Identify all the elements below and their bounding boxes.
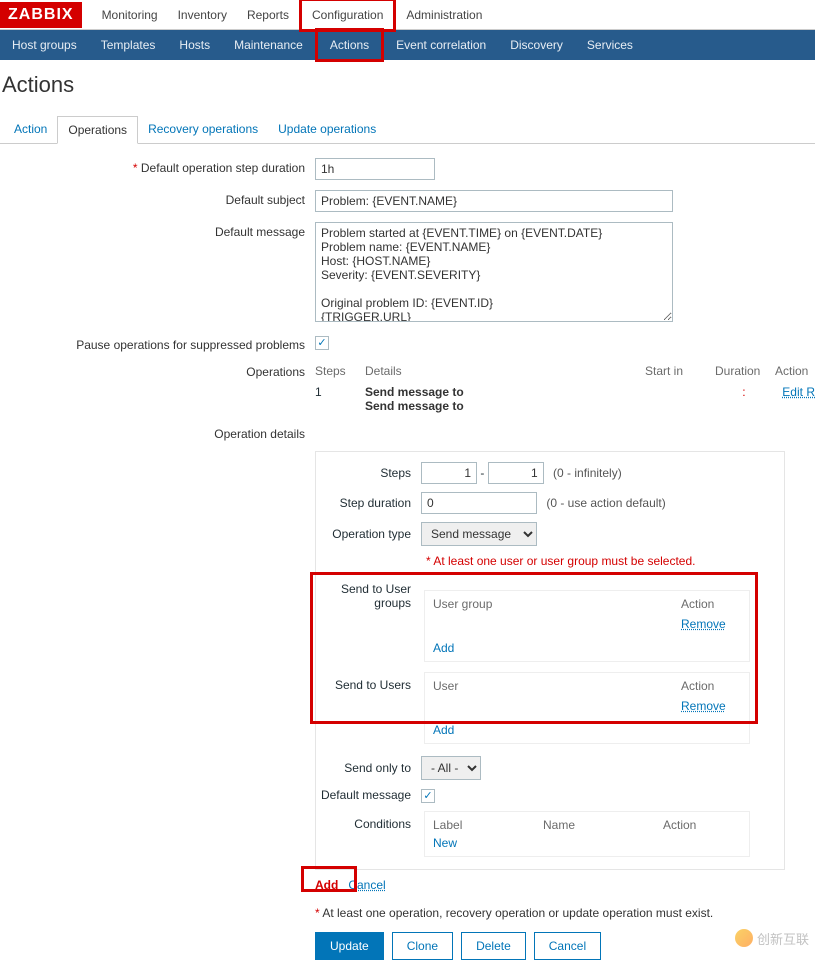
operation-details-panel: Steps - (0 - infinitely) Step duration (…	[315, 451, 785, 870]
input-default-subject[interactable]	[315, 190, 673, 212]
select-op-type[interactable]: Send message	[421, 522, 537, 546]
subnav-actions[interactable]: Actions	[315, 28, 384, 62]
usergroups-table: User group Action Remove Add	[424, 590, 750, 662]
od-label-conditions: Conditions	[316, 811, 421, 831]
subnav-eventcorr[interactable]: Event correlation	[384, 31, 498, 59]
stepdur-hint: (0 - use action default)	[546, 496, 665, 510]
textarea-default-message[interactable]: Problem started at {EVENT.TIME} on {EVEN…	[315, 222, 673, 322]
ops-headers: Steps Details Start in Duration Action	[315, 362, 815, 384]
form: Default operation step duration Default …	[0, 144, 815, 966]
nav-inventory[interactable]: Inventory	[168, 1, 237, 29]
ops-row-step: 1	[315, 385, 365, 413]
ug-action-header: Action	[681, 597, 741, 611]
cond-h-name: Name	[543, 818, 663, 832]
steps-hint: (0 - infinitely)	[553, 466, 622, 480]
nav-administration[interactable]: Administration	[396, 1, 492, 29]
ops-edit-link[interactable]: Edit	[782, 385, 803, 399]
add-operation-link[interactable]: Add	[315, 878, 338, 892]
ops-h-startin: Start in	[645, 364, 715, 378]
input-default-step-duration[interactable]	[315, 158, 435, 180]
cond-h-action: Action	[663, 818, 723, 832]
page-title: Actions	[0, 60, 815, 116]
ops-remove-link[interactable]: R	[806, 385, 815, 399]
update-button[interactable]: Update	[315, 932, 384, 960]
watermark-icon	[735, 929, 753, 947]
top-nav: ZABBIX Monitoring Inventory Reports Conf…	[0, 0, 815, 30]
label-operation-details: Operation details	[0, 424, 315, 441]
user-action-header: Action	[681, 679, 741, 693]
logo: ZABBIX	[0, 2, 82, 28]
user-remove-link[interactable]: Remove	[681, 699, 726, 713]
watermark: 创新互联	[735, 929, 809, 948]
ops-h-steps: Steps	[315, 364, 365, 378]
checkbox-pause[interactable]: ✓	[315, 336, 329, 350]
select-send-only[interactable]: - All -	[421, 756, 481, 780]
checkbox-default-msg[interactable]: ✓	[421, 789, 435, 803]
subnav-hosts[interactable]: Hosts	[167, 31, 222, 59]
od-label-sendonly: Send only to	[316, 761, 421, 775]
clone-button[interactable]: Clone	[392, 932, 453, 960]
label-operations: Operations	[0, 362, 315, 379]
tab-recovery[interactable]: Recovery operations	[138, 116, 268, 143]
nav-configuration[interactable]: Configuration	[299, 0, 396, 32]
tab-operations[interactable]: Operations	[57, 116, 138, 144]
input-step-duration[interactable]	[421, 492, 537, 514]
label-default-message: Default message	[0, 222, 315, 239]
ops-h-duration: Duration	[715, 364, 775, 378]
od-label-stepdur: Step duration	[316, 496, 421, 510]
input-step-to[interactable]	[488, 462, 544, 484]
od-warning: * At least one user or user group must b…	[426, 554, 784, 568]
cancel-button[interactable]: Cancel	[534, 932, 601, 960]
od-label-defmsg: Default message	[316, 788, 421, 802]
ops-row-details: Send message to Send message to	[365, 385, 672, 413]
ug-header: User group	[433, 597, 681, 611]
tabs: Action Operations Recovery operations Up…	[0, 116, 815, 144]
must-exist-note: * At least one operation, recovery opera…	[315, 900, 815, 926]
input-step-from[interactable]	[421, 462, 477, 484]
nav-reports[interactable]: Reports	[237, 1, 299, 29]
od-label-optype: Operation type	[316, 527, 421, 541]
od-label-steps: Steps	[316, 466, 421, 480]
ops-row: 1 Send message to Send message to : Edit…	[315, 384, 815, 414]
ug-remove-link[interactable]: Remove	[681, 617, 726, 631]
label-default-step-duration: Default operation step duration	[0, 158, 315, 175]
od-label-sendgroups: Send to User groups	[316, 576, 421, 610]
subnav-templates[interactable]: Templates	[89, 31, 168, 59]
label-default-subject: Default subject	[0, 190, 315, 207]
cancel-operation-link[interactable]: Cancel	[348, 878, 385, 892]
users-table: User Action Remove Add	[424, 672, 750, 744]
od-label-sendusers: Send to Users	[316, 672, 421, 692]
user-add-link[interactable]: Add	[433, 723, 454, 737]
subnav-hostgroups[interactable]: Host groups	[0, 31, 89, 59]
ug-add-link[interactable]: Add	[433, 641, 454, 655]
label-pause: Pause operations for suppressed problems	[0, 335, 315, 352]
subnav-maintenance[interactable]: Maintenance	[222, 31, 315, 59]
delete-button[interactable]: Delete	[461, 932, 526, 960]
cond-h-label: Label	[433, 818, 543, 832]
subnav-services[interactable]: Services	[575, 31, 645, 59]
ops-h-action: Action	[775, 364, 815, 378]
tab-update[interactable]: Update operations	[268, 116, 386, 143]
cond-new-link[interactable]: New	[433, 836, 457, 850]
nav-monitoring[interactable]: Monitoring	[92, 1, 168, 29]
ops-h-details: Details	[365, 364, 645, 378]
sub-nav: Host groups Templates Hosts Maintenance …	[0, 30, 815, 60]
user-header: User	[433, 679, 681, 693]
conditions-table: Label Name Action New	[424, 811, 750, 857]
subnav-discovery[interactable]: Discovery	[498, 31, 575, 59]
tab-action[interactable]: Action	[4, 116, 57, 143]
